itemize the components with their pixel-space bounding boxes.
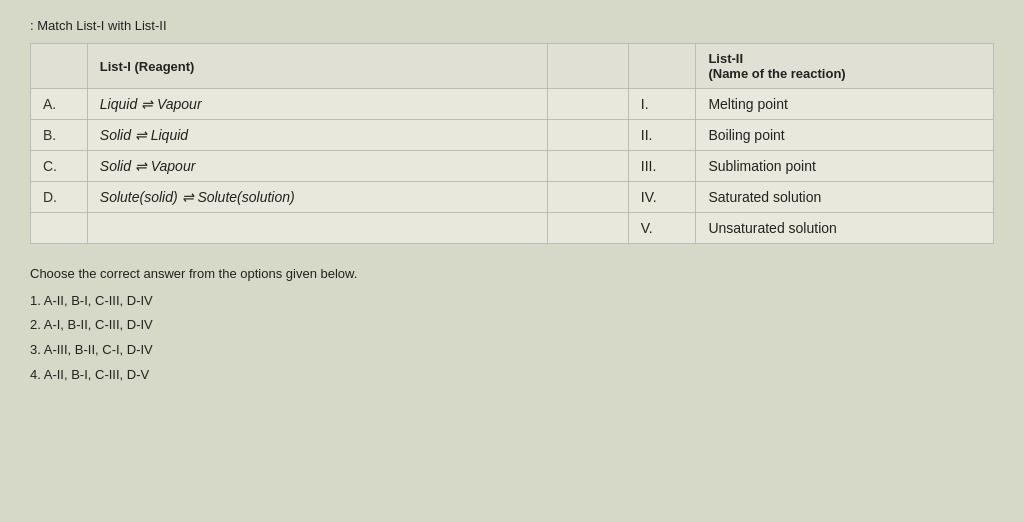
row-spacer (547, 120, 628, 151)
header-list2: List-II(Name of the reaction) (696, 44, 994, 89)
table-row: D.Solute(solid) ⇌ Solute(solution) IV.Sat… (31, 182, 994, 213)
table-row: V.Unsaturated solution (31, 213, 994, 244)
row-roman: II. (628, 120, 696, 151)
header-empty (31, 44, 88, 89)
header-roman (628, 44, 696, 89)
match-table: List-I (Reagent) List-II(Name of the rea… (30, 43, 994, 244)
answers-section: Choose the correct answer from the optio… (30, 262, 994, 387)
option-item[interactable]: 1. A-II, B-I, C-III, D-IV (30, 289, 994, 314)
row-list2: Sublimation point (696, 151, 994, 182)
row-label (31, 213, 88, 244)
row-roman: III. (628, 151, 696, 182)
row-spacer (547, 213, 628, 244)
row-label: B. (31, 120, 88, 151)
row-label: A. (31, 89, 88, 120)
row-list2: Saturated solution (696, 182, 994, 213)
row-spacer (547, 182, 628, 213)
row-roman: I. (628, 89, 696, 120)
row-list1: Liquid ⇌ Vapour (87, 89, 547, 120)
row-roman: IV. (628, 182, 696, 213)
header-list1: List-I (Reagent) (87, 44, 547, 89)
table-header-row: List-I (Reagent) List-II(Name of the rea… (31, 44, 994, 89)
row-list1: Solid ⇌ Liquid (87, 120, 547, 151)
row-spacer (547, 151, 628, 182)
row-label: C. (31, 151, 88, 182)
row-list2: Unsaturated solution (696, 213, 994, 244)
table-row: A.Liquid ⇌ Vapour I.Melting point (31, 89, 994, 120)
row-list1: Solid ⇌ Vapour (87, 151, 547, 182)
row-list2: Boiling point (696, 120, 994, 151)
question-label: : Match List-I with List-II (30, 18, 994, 33)
choose-label: Choose the correct answer from the optio… (30, 262, 994, 287)
header-spacer (547, 44, 628, 89)
row-list1: Solute(solid) ⇌ Solute(solution) (87, 182, 547, 213)
row-spacer (547, 89, 628, 120)
row-roman: V. (628, 213, 696, 244)
row-list1 (87, 213, 547, 244)
option-item[interactable]: 4. A-II, B-I, C-III, D-V (30, 363, 994, 388)
table-row: B.Solid ⇌ Liquid II.Boiling point (31, 120, 994, 151)
table-row: C.Solid ⇌ Vapour III.Sublimation point (31, 151, 994, 182)
option-item[interactable]: 3. A-III, B-II, C-I, D-IV (30, 338, 994, 363)
row-list2: Melting point (696, 89, 994, 120)
row-label: D. (31, 182, 88, 213)
option-item[interactable]: 2. A-I, B-II, C-III, D-IV (30, 313, 994, 338)
